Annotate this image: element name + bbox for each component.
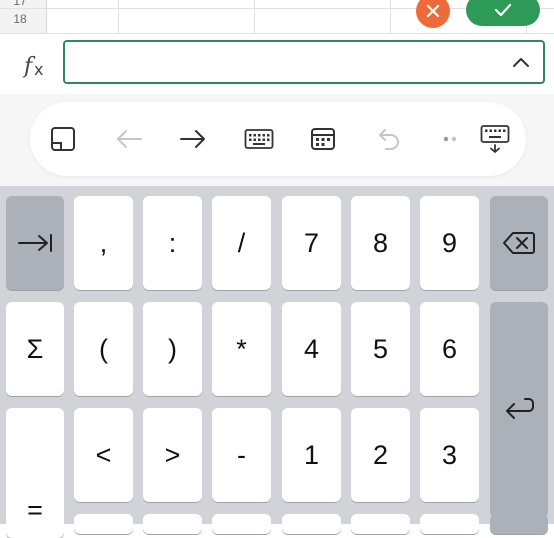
key-8[interactable]: 8	[351, 196, 410, 290]
grid-line	[390, 0, 391, 34]
key-2[interactable]: 2	[351, 408, 410, 502]
key-partial[interactable]	[490, 514, 548, 534]
checkmark-icon	[494, 3, 512, 17]
keyboard-icon	[244, 129, 274, 149]
more-button[interactable]	[432, 120, 470, 158]
row-number-17: 17	[13, 0, 27, 8]
tab-icon	[18, 234, 52, 252]
key-partial[interactable]	[282, 514, 341, 534]
undo-icon	[379, 129, 399, 150]
date-button[interactable]	[304, 120, 342, 158]
formula-input[interactable]	[63, 40, 545, 84]
key-partial[interactable]	[74, 514, 133, 534]
tab-key[interactable]	[6, 196, 64, 290]
key-5[interactable]: 5	[351, 302, 410, 396]
key-partial[interactable]	[351, 514, 410, 534]
expand-formula-button[interactable]	[506, 47, 536, 77]
hide-keyboard-icon	[480, 125, 510, 153]
key-7[interactable]: 7	[282, 196, 341, 290]
key-1[interactable]: 1	[282, 408, 341, 502]
formula-keyboard: , : / 7 8 9 Σ ( ) * 4 5 6 = < > - 1 2 3	[0, 186, 554, 538]
hide-keyboard-button[interactable]	[476, 120, 514, 158]
key-partial[interactable]	[212, 514, 271, 534]
arrow-right-icon	[180, 130, 205, 148]
key-sum[interactable]: Σ	[6, 302, 64, 396]
key-6[interactable]: 6	[420, 302, 479, 396]
key-slash[interactable]: /	[212, 196, 271, 290]
svg-text:x: x	[34, 60, 43, 79]
cell-panel-button[interactable]	[44, 120, 82, 158]
close-icon	[426, 4, 440, 18]
key-partial[interactable]	[420, 514, 479, 534]
key-partial[interactable]	[143, 514, 202, 534]
next-button[interactable]	[174, 120, 212, 158]
undo-button[interactable]	[370, 120, 408, 158]
grid-line	[254, 0, 255, 34]
row-number-18: 18	[13, 12, 27, 26]
key-close-paren[interactable]: )	[143, 302, 202, 396]
return-icon	[506, 398, 534, 419]
chevron-up-icon	[513, 58, 529, 67]
key-colon[interactable]: :	[143, 196, 202, 290]
key-open-paren[interactable]: (	[74, 302, 133, 396]
return-key[interactable]	[490, 302, 548, 516]
confirm-button[interactable]	[466, 0, 540, 26]
key-equals[interactable]: =	[6, 408, 64, 538]
more-icon	[443, 136, 457, 142]
calendar-icon	[311, 128, 335, 150]
cell-panel-icon	[51, 127, 75, 151]
key-minus[interactable]: -	[212, 408, 271, 502]
backspace-icon	[503, 232, 535, 254]
key-3[interactable]: 3	[420, 408, 479, 502]
key-4[interactable]: 4	[282, 302, 341, 396]
key-less-than[interactable]: <	[74, 408, 133, 502]
arrow-left-icon	[117, 130, 142, 148]
grid-line	[118, 0, 119, 34]
keyboard-button[interactable]	[240, 120, 278, 158]
key-comma[interactable]: ,	[74, 196, 133, 290]
backspace-key[interactable]	[490, 196, 548, 290]
function-icon[interactable]: f x	[20, 50, 52, 80]
key-9[interactable]: 9	[420, 196, 479, 290]
key-asterisk[interactable]: *	[212, 302, 271, 396]
key-greater-than[interactable]: >	[143, 408, 202, 502]
previous-button[interactable]	[110, 120, 148, 158]
